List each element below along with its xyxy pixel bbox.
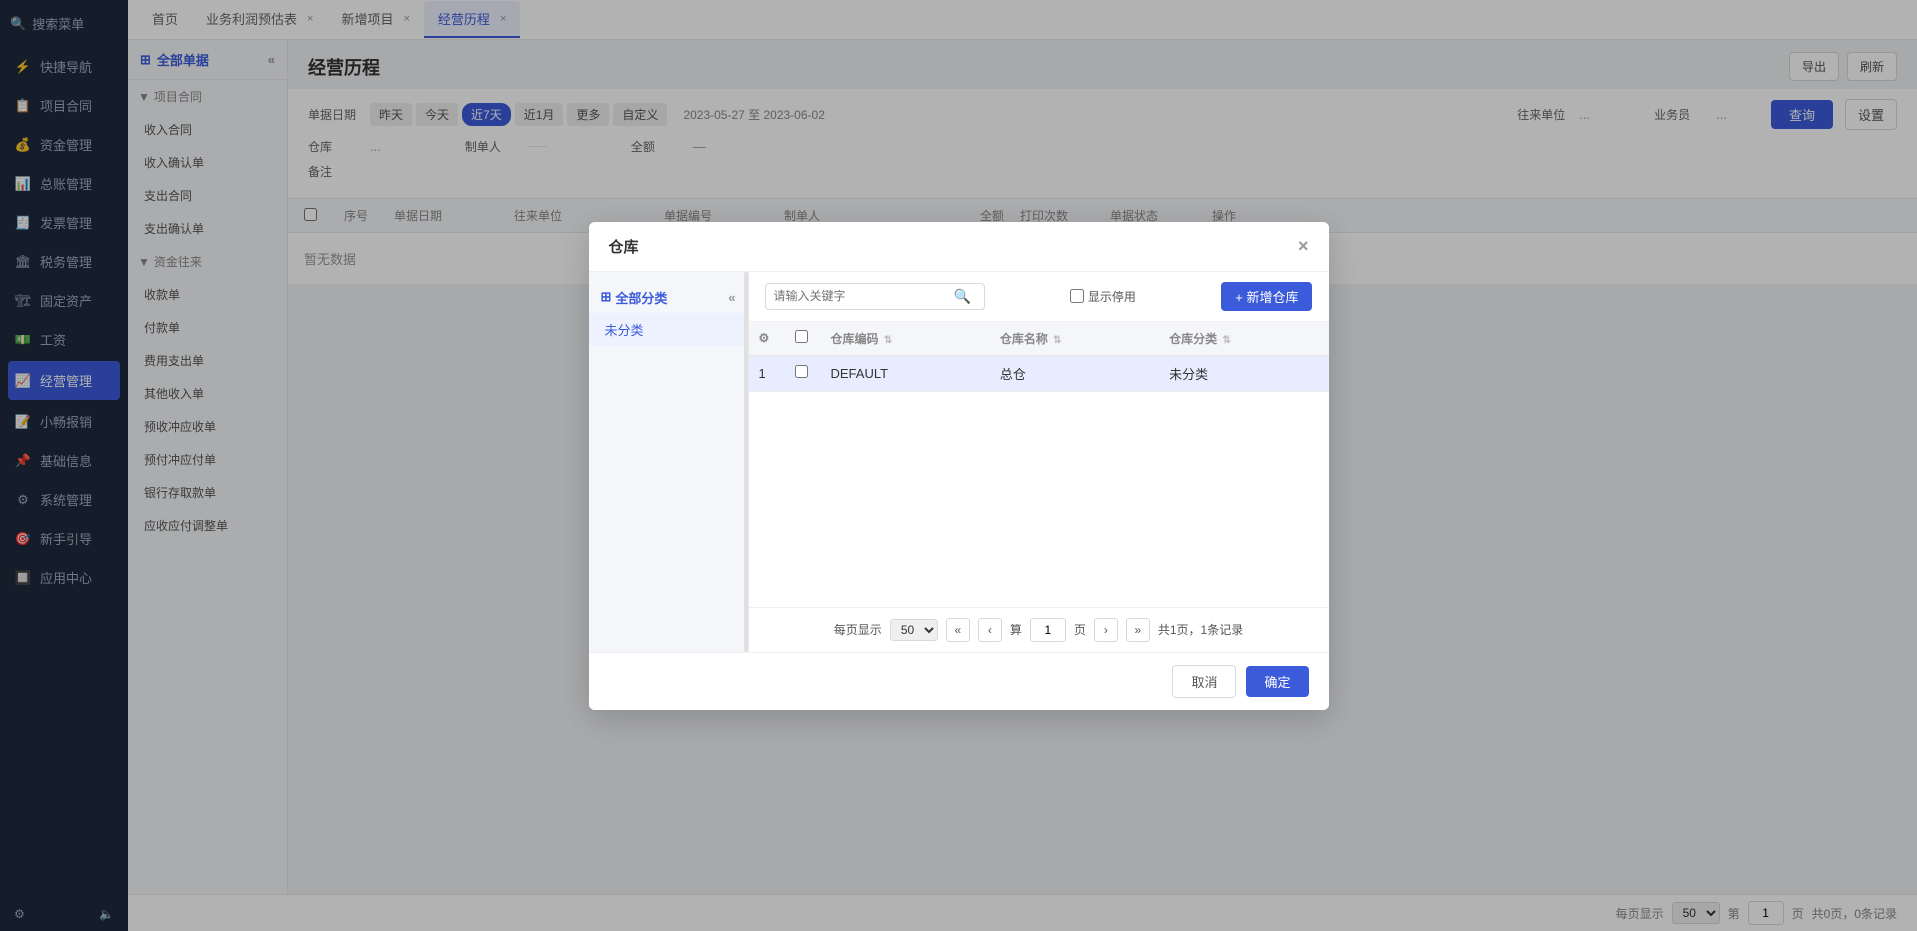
add-warehouse-button[interactable]: + 新增仓库 xyxy=(1221,282,1312,311)
settings-icon[interactable]: ⚙ xyxy=(759,331,770,345)
modal-next-page-btn[interactable]: › xyxy=(1094,618,1118,642)
modal-total-label: 共1页，1条记录 xyxy=(1158,621,1243,638)
modal-table-header-row: ⚙ 仓库编码 ⇅ 仓库名称 ⇅ 仓库分类 ⇅ xyxy=(749,322,1329,356)
show-disabled-label: 显示停用 xyxy=(1088,288,1136,305)
modal-search-box: 🔍 xyxy=(765,283,985,310)
modal-header: 仓库 × xyxy=(589,222,1329,272)
cell-code: DEFAULT xyxy=(821,355,990,391)
modal-select-all[interactable] xyxy=(795,330,808,343)
cell-category: 未分类 xyxy=(1159,355,1328,391)
show-disabled-checkbox-group: 显示停用 xyxy=(1070,288,1136,305)
modal-toolbar: 🔍 显示停用 + 新增仓库 xyxy=(749,272,1329,322)
modal-close-button[interactable]: × xyxy=(1298,236,1309,257)
cancel-button[interactable]: 取消 xyxy=(1172,665,1236,698)
th-modal-category: 仓库分类 ⇅ xyxy=(1159,322,1328,356)
modal-page-label: 算 xyxy=(1010,621,1022,638)
cell-checkbox xyxy=(785,355,821,391)
cell-num: 1 xyxy=(749,355,785,391)
modal-sidebar-collapse-btn[interactable]: « xyxy=(728,290,735,305)
th-modal-name: 仓库名称 ⇅ xyxy=(990,322,1159,356)
modal-body: ⊞ 全部分类 « 未分类 🔍 显示停用 + 新增仓库 xyxy=(589,272,1329,652)
row-checkbox[interactable] xyxy=(795,365,808,378)
grid-icon-modal: ⊞ xyxy=(601,289,612,305)
show-disabled-checkbox[interactable] xyxy=(1070,289,1084,303)
modal-last-page-btn[interactable]: » xyxy=(1126,618,1150,642)
modal-sidebar-item-未分类[interactable]: 未分类 xyxy=(589,313,748,346)
modal-title: 仓库 xyxy=(609,236,639,257)
modal-sidebar-header: ⊞ 全部分类 « xyxy=(589,282,748,313)
cell-name: 总仓 xyxy=(990,355,1159,391)
modal-table: ⚙ 仓库编码 ⇅ 仓库名称 ⇅ 仓库分类 ⇅ 1 DEFAULT 总仓 未分类 xyxy=(749,322,1329,392)
modal-first-page-btn[interactable]: « xyxy=(946,618,970,642)
sort-category-icon[interactable]: ⇅ xyxy=(1223,335,1231,346)
th-modal-code: 仓库编码 ⇅ xyxy=(821,322,990,356)
modal-prev-page-btn[interactable]: ‹ xyxy=(978,618,1002,642)
confirm-button[interactable]: 确定 xyxy=(1246,666,1308,697)
th-modal-checkbox xyxy=(785,322,821,356)
modal-table-row[interactable]: 1 DEFAULT 总仓 未分类 xyxy=(749,355,1329,391)
modal-search-icon: 🔍 xyxy=(954,288,971,305)
warehouse-modal: 仓库 × ⊞ 全部分类 « 未分类 🔍 显示停用 xyxy=(589,222,1329,710)
modal-page-suffix: 页 xyxy=(1074,621,1086,638)
modal-table-container: ⚙ 仓库编码 ⇅ 仓库名称 ⇅ 仓库分类 ⇅ 1 DEFAULT 总仓 未分类 xyxy=(749,322,1329,607)
modal-pagination: 每页显示 50 « ‹ 算 页 › » 共1页，1条记录 xyxy=(749,607,1329,652)
sort-name-icon[interactable]: ⇅ xyxy=(1053,335,1061,346)
modal-sidebar-scrollbar xyxy=(744,272,748,652)
th-modal-settings: ⚙ xyxy=(749,322,785,356)
sort-code-icon[interactable]: ⇅ xyxy=(884,335,892,346)
modal-sidebar: ⊞ 全部分类 « 未分类 xyxy=(589,272,749,652)
modal-page-input[interactable] xyxy=(1030,618,1066,642)
modal-footer: 取消 确定 xyxy=(589,652,1329,710)
modal-search-input[interactable] xyxy=(774,289,954,303)
modal-content: 🔍 显示停用 + 新增仓库 ⚙ 仓库编码 ⇅ 仓库名称 ⇅ xyxy=(749,272,1329,652)
modal-page-size-select[interactable]: 50 xyxy=(890,619,938,641)
modal-all-label: 全部分类 xyxy=(615,288,667,307)
modal-page-size-label: 每页显示 xyxy=(834,621,882,638)
